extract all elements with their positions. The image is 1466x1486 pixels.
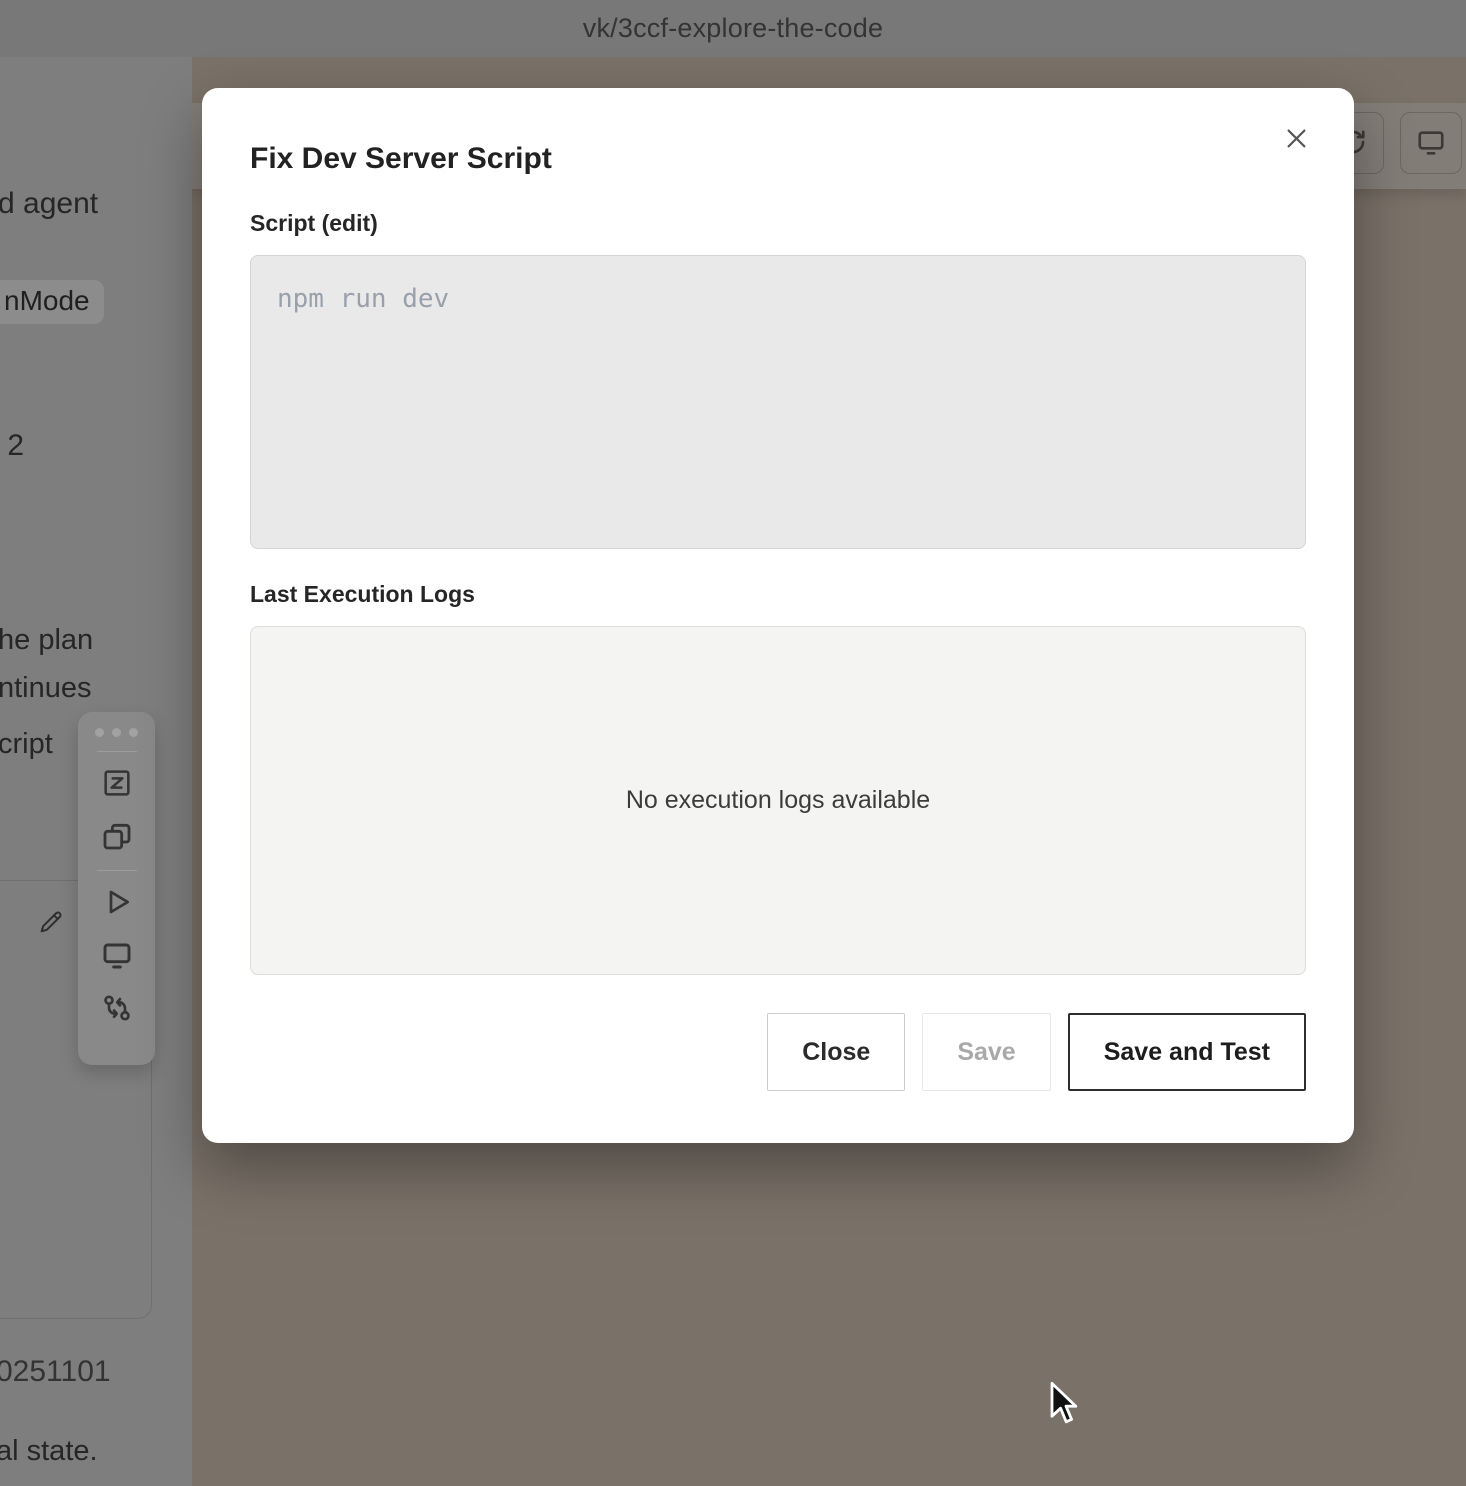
play-icon	[101, 886, 133, 921]
toolbar-divider	[96, 751, 137, 752]
floating-toolbar	[78, 712, 155, 1065]
open-preview-button[interactable]	[1400, 112, 1462, 174]
window-title: vk/3ccf-explore-the-code	[582, 13, 884, 43]
save-and-test-button[interactable]: Save and Test	[1067, 1013, 1306, 1091]
pencil-icon[interactable]	[37, 908, 65, 936]
sidebar-text-fragment: al state.	[0, 1435, 98, 1467]
drag-handle-dots[interactable]	[95, 728, 138, 737]
dialog-title: Fix Dev Server Script	[250, 142, 552, 175]
close-button[interactable]: Close	[767, 1013, 906, 1091]
monitor-icon	[1416, 127, 1446, 160]
fix-dev-server-script-dialog: Fix Dev Server Script Script (edit) Last…	[202, 88, 1354, 1143]
save-button[interactable]: Save	[922, 1013, 1051, 1091]
mouse-cursor	[1048, 1381, 1078, 1425]
sidebar-text-fragment: d agent	[0, 187, 99, 220]
logs-empty-message: No execution logs available	[625, 786, 931, 814]
preview-button[interactable]	[95, 934, 139, 978]
sidebar-text-fragment: cript	[0, 728, 53, 760]
dialog-footer: Close Save Save and Test	[250, 1013, 1306, 1091]
mode-chip: nMode	[0, 280, 104, 324]
script-input[interactable]	[250, 255, 1306, 549]
close-dialog-button[interactable]	[1274, 118, 1318, 162]
sidebar-text-fragment: 0251101	[0, 1355, 111, 1388]
close-icon	[1283, 125, 1310, 155]
open-in-zed-button[interactable]	[95, 762, 139, 806]
copy-button[interactable]	[95, 815, 139, 859]
window-titlebar: vk/3ccf-explore-the-code	[0, 0, 1466, 57]
script-section-label: Script (edit)	[250, 210, 378, 236]
git-compare-button[interactable]	[95, 987, 139, 1031]
copy-icon	[101, 820, 133, 855]
sidebar-text-fragment: y 2	[0, 429, 25, 462]
logs-section-label: Last Execution Logs	[250, 581, 475, 607]
zed-editor-icon	[101, 767, 133, 802]
run-button[interactable]	[95, 881, 139, 925]
monitor-icon	[101, 939, 133, 974]
git-compare-icon	[101, 992, 133, 1027]
sidebar-text-fragment: ntinues	[0, 672, 92, 704]
sidebar-text-fragment: he plan	[0, 624, 94, 656]
execution-logs-panel: No execution logs available	[250, 626, 1306, 975]
toolbar-divider	[96, 870, 137, 871]
